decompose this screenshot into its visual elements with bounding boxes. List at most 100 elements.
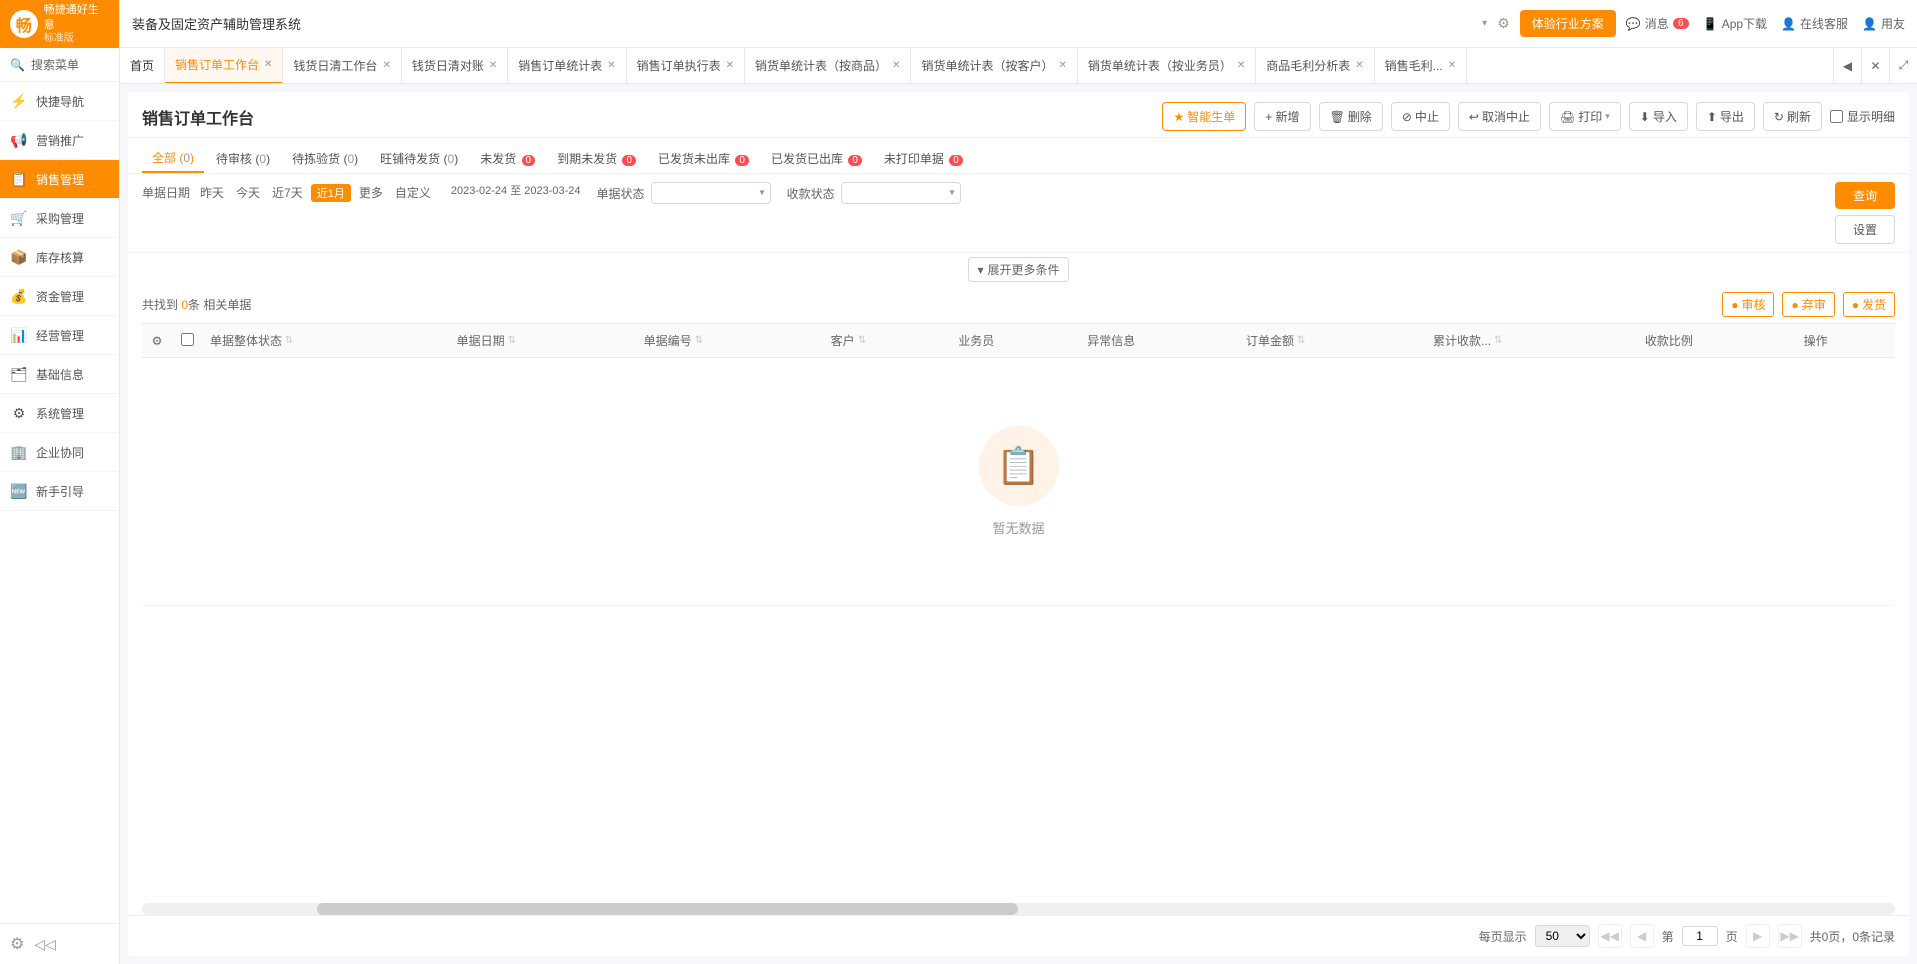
tab-prev-btn[interactable]: ◀ (1833, 48, 1861, 84)
tab-sales-stats[interactable]: 销售订单统计表 ✕ (508, 48, 626, 84)
sort-icon-amount[interactable]: ⇅ (1297, 335, 1305, 346)
sub-tab-wangpu-shipping[interactable]: 旺铺待发货 (0) (370, 145, 468, 172)
page-size-select[interactable]: 50 10 20 100 (1535, 925, 1590, 947)
approve-btn[interactable]: ● 审核 (1722, 292, 1774, 317)
tab-close-sales-more[interactable]: ✕ (1448, 60, 1456, 71)
date-opt-yesterday[interactable]: 昨天 (196, 182, 228, 203)
tab-maximize-btn[interactable]: ⤢ (1889, 48, 1917, 84)
sub-tab-all[interactable]: 全部 (0) (142, 144, 204, 173)
tab-close-sales-stats[interactable]: ✕ (607, 60, 615, 71)
collapse-icon[interactable]: ◁◁ (34, 936, 56, 953)
tab-sales-workbench[interactable]: 销售订单工作台 ✕ (165, 48, 283, 84)
tab-close-sales-summary-product[interactable]: ✕ (892, 60, 900, 71)
sidebar-item-purchase[interactable]: 🛒 采购管理 (0, 199, 119, 238)
tab-close-sales-summary-staff[interactable]: ✕ (1237, 60, 1245, 71)
sort-icon-number[interactable]: ⇅ (695, 335, 703, 346)
tab-close-cash-daily[interactable]: ✕ (382, 60, 390, 71)
sub-tab-not-printed[interactable]: 未打印单据 0 (874, 145, 973, 172)
sub-tab-shipped-out[interactable]: 已发货已出库 0 (761, 145, 872, 172)
show-detail-label[interactable]: 显示明细 (1830, 108, 1895, 125)
date-range-display: 2023-02-24 至 2023-03-24 (451, 182, 581, 198)
date-opt-custom[interactable]: 自定义 (391, 182, 435, 203)
tab-sales-more[interactable]: 销售毛利... ✕ (1375, 48, 1467, 84)
tab-close-all-btn[interactable]: ✕ (1861, 48, 1889, 84)
search-menu[interactable]: 🔍 搜索菜单 (0, 48, 119, 82)
guide-icon: 🆕 (10, 482, 28, 500)
import-btn[interactable]: ⬇ 导入 (1629, 102, 1688, 131)
expand-btn[interactable]: ▾ 展开更多条件 (968, 257, 1068, 282)
prev-page-btn[interactable]: ◀ (1630, 924, 1654, 948)
select-all-checkbox[interactable] (181, 333, 194, 346)
page-input[interactable] (1682, 926, 1718, 946)
date-opt-today[interactable]: 今天 (232, 182, 264, 203)
sort-icon-bill-status[interactable]: ⇅ (285, 335, 293, 346)
sub-tab-overdue-not-shipped[interactable]: 到期未发货 0 (547, 145, 646, 172)
sort-icon-date[interactable]: ⇅ (508, 335, 516, 346)
date-opt-last7[interactable]: 近7天 (268, 182, 307, 203)
tab-cash-daily[interactable]: 钱货日清工作台 ✕ (283, 48, 401, 84)
export-btn[interactable]: ⬆ 导出 (1696, 102, 1755, 131)
cancel-stop-btn[interactable]: ↩ 取消中止 (1458, 102, 1541, 131)
first-page-btn[interactable]: ◀◀ (1598, 924, 1622, 948)
date-opt-last1m[interactable]: 近1月 (311, 184, 351, 202)
settings-btn[interactable]: 设置 (1835, 215, 1895, 244)
sidebar-item-enterprise[interactable]: 🏢 企业协同 (0, 433, 119, 472)
sort-icon-customer[interactable]: ⇅ (858, 335, 866, 346)
tab-sales-summary-staff[interactable]: 销货单统计表（按业务员） ✕ (1078, 48, 1256, 84)
sub-tab-shipped-not-out[interactable]: 已发货未出库 0 (648, 145, 759, 172)
tab-cash-reconcile[interactable]: 钱货日清对账 ✕ (402, 48, 508, 84)
sidebar-item-sales[interactable]: 📋 销售管理 (0, 160, 119, 199)
sidebar-item-system[interactable]: ⚙ 系统管理 (0, 394, 119, 433)
tab-close-sales-summary-customer[interactable]: ✕ (1058, 60, 1066, 71)
settings-icon[interactable]: ⚙ (1497, 15, 1510, 32)
sub-tab-not-shipped[interactable]: 未发货 0 (470, 145, 545, 172)
basic-info-icon: 🗂 (10, 365, 28, 383)
abandon-btn[interactable]: ● 弃审 (1782, 292, 1834, 317)
smart-btn[interactable]: ★ 智能生单 (1162, 102, 1246, 131)
col-checkbox[interactable] (172, 324, 202, 358)
sidebar-item-marketing[interactable]: 📢 营销推广 (0, 121, 119, 160)
col-settings[interactable]: ⚙ (142, 324, 172, 358)
sub-tab-pending-review[interactable]: 待审核 (0) (206, 145, 280, 172)
add-btn[interactable]: + 新增 (1254, 102, 1310, 131)
gear-icon[interactable]: ⚙ (10, 934, 24, 954)
status-select[interactable] (651, 182, 771, 204)
sidebar-item-basic-info[interactable]: 🗂 基础信息 (0, 355, 119, 394)
tab-close-sales-workbench[interactable]: ✕ (264, 59, 272, 70)
message-btn[interactable]: 💬 消息 6 (1626, 15, 1689, 32)
tab-sales-exec[interactable]: 销售订单执行表 ✕ (627, 48, 745, 84)
stop-btn[interactable]: ⊘ 中止 (1391, 102, 1450, 131)
query-btn[interactable]: 查询 (1835, 182, 1895, 209)
operation-icon: 📊 (10, 326, 28, 344)
ship-btn[interactable]: ● 发货 (1843, 292, 1895, 317)
sidebar-item-quick-nav[interactable]: ⚡ 快捷导航 (0, 82, 119, 121)
scroll-thumb[interactable] (317, 903, 1018, 915)
tab-home[interactable]: 首页 (120, 48, 165, 84)
last-page-btn[interactable]: ▶▶ (1778, 924, 1802, 948)
online-service-btn[interactable]: 👤 在线客服 (1781, 15, 1848, 32)
payment-select[interactable] (841, 182, 961, 204)
sidebar-item-operation[interactable]: 📊 经营管理 (0, 316, 119, 355)
phone-icon: 📱 (1703, 17, 1718, 31)
tab-sales-summary-product[interactable]: 销货单统计表（按商品） ✕ (745, 48, 911, 84)
sort-icon-collected[interactable]: ⇅ (1494, 335, 1502, 346)
show-detail-checkbox[interactable] (1830, 110, 1843, 123)
delete-btn[interactable]: 🗑 删除 (1319, 102, 1383, 131)
sub-tab-pending-inspect[interactable]: 待拣验货 (0) (282, 145, 368, 172)
app-download-btn[interactable]: 📱 App下载 (1703, 15, 1767, 32)
date-opt-more[interactable]: 更多 (355, 182, 387, 203)
industry-btn[interactable]: 体验行业方案 (1520, 10, 1616, 37)
sidebar-item-finance[interactable]: 💰 资金管理 (0, 277, 119, 316)
horizontal-scrollbar[interactable] (142, 903, 1895, 915)
sidebar-item-inventory[interactable]: 📦 库存核算 (0, 238, 119, 277)
tab-close-cash-reconcile[interactable]: ✕ (489, 60, 497, 71)
tab-close-goods-margin[interactable]: ✕ (1355, 60, 1363, 71)
print-btn[interactable]: 🖨 打印 ▾ (1549, 102, 1621, 131)
tab-goods-margin[interactable]: 商品毛利分析表 ✕ (1256, 48, 1374, 84)
tab-close-sales-exec[interactable]: ✕ (726, 60, 734, 71)
sidebar-item-guide[interactable]: 🆕 新手引导 (0, 472, 119, 511)
next-page-btn[interactable]: ▶ (1746, 924, 1770, 948)
user-btn[interactable]: 👤 用友 (1862, 15, 1905, 32)
refresh-btn[interactable]: ↻ 刷新 (1763, 102, 1822, 131)
tab-sales-summary-customer[interactable]: 销货单统计表（按客户） ✕ (911, 48, 1077, 84)
